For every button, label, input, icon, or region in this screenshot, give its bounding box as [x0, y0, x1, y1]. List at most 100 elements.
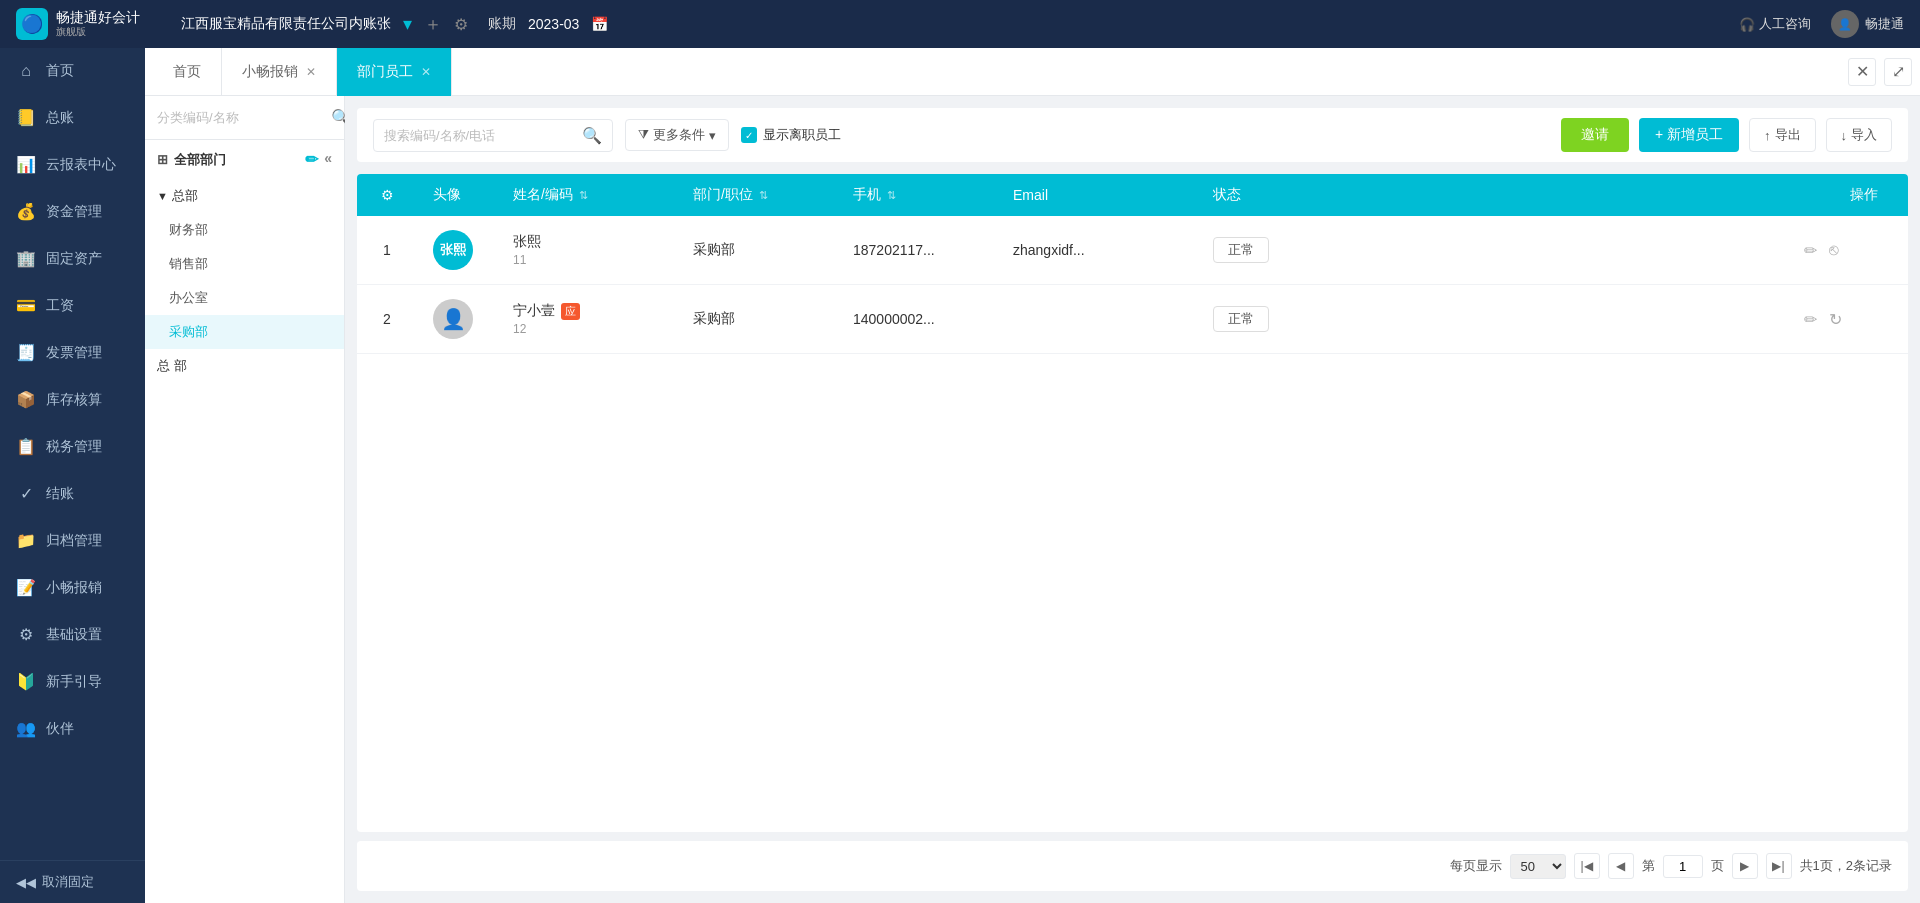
dept-label-finance: 财务部: [169, 221, 208, 239]
sidebar-item-fixed-assets[interactable]: 🏢 固定资产: [0, 235, 145, 282]
dept-item-finance[interactable]: 财务部: [145, 213, 344, 247]
sidebar-item-reports[interactable]: 📊 云报表中心: [0, 141, 145, 188]
edit-dept-icon[interactable]: ✏: [305, 150, 318, 169]
sidebar-item-invoice[interactable]: 🧾 发票管理: [0, 329, 145, 376]
row2-edit-icon[interactable]: ✏: [1804, 310, 1817, 329]
dropdown-icon[interactable]: ▾: [403, 13, 412, 35]
tab-xiaochang[interactable]: 小畅报销 ✕: [222, 48, 337, 96]
row2-index: 2: [357, 285, 417, 354]
sidebar-label-guide: 新手引导: [46, 673, 102, 691]
row1-edit-icon[interactable]: ✏: [1804, 241, 1817, 260]
sidebar-item-close[interactable]: ✓ 结账: [0, 470, 145, 517]
row2-name-cell: 宁小壹 应 12: [497, 285, 677, 354]
search-icon[interactable]: 🔍: [582, 126, 602, 145]
app-title: 畅捷通好会计: [56, 9, 140, 26]
dept-search-input[interactable]: [157, 110, 325, 125]
dept-item-sales[interactable]: 销售部: [145, 247, 344, 281]
sidebar-item-home[interactable]: ⌂ 首页: [0, 48, 145, 94]
sidebar-label-inventory: 库存核算: [46, 391, 102, 409]
th-settings[interactable]: ⚙: [357, 174, 417, 216]
employee-table: ⚙ 头像 姓名/编码 ⇅ 部门/职位 ⇅: [357, 174, 1908, 354]
page-prev-btn[interactable]: ◀: [1608, 853, 1634, 879]
sidebar-item-archive[interactable]: 📁 归档管理: [0, 517, 145, 564]
tab-home[interactable]: 首页: [153, 48, 222, 96]
sidebar-item-expense[interactable]: 📝 小畅报销: [0, 564, 145, 611]
filter-button[interactable]: ⧩ 更多条件 ▾: [625, 119, 729, 151]
close-accounts-icon: ✓: [16, 484, 36, 503]
sidebar-label-expense: 小畅报销: [46, 579, 102, 597]
employee-search-input[interactable]: [384, 128, 576, 143]
logo-icon: 🔵: [16, 8, 48, 40]
th-actions: 操作: [1788, 174, 1908, 216]
settings-icon[interactable]: ⚙: [454, 15, 468, 34]
import-label: 导入: [1851, 126, 1877, 144]
funds-icon: 💰: [16, 202, 36, 221]
page-first-btn[interactable]: |◀: [1574, 853, 1600, 879]
service-btn[interactable]: 🎧 人工咨询: [1739, 15, 1811, 33]
employee-area: 🔍 ⧩ 更多条件 ▾ ✓ 显示离职员工 邀请: [345, 96, 1920, 903]
page-next-btn[interactable]: ▶: [1732, 853, 1758, 879]
row2-refresh-icon[interactable]: ↻: [1829, 310, 1842, 329]
row1-dept: 采购部: [677, 216, 837, 285]
sidebar-label-payroll: 工资: [46, 297, 74, 315]
dept-item-general[interactable]: 总 部: [145, 349, 344, 383]
sidebar-label-close: 结账: [46, 485, 74, 503]
dept-sort-icon: ⇅: [759, 189, 768, 201]
tab-dept-employee[interactable]: 部门员工 ✕: [337, 48, 452, 96]
th-phone[interactable]: 手机 ⇅: [837, 174, 997, 216]
tab-maximize[interactable]: ⤢: [1884, 58, 1912, 86]
import-button[interactable]: ↓ 导入: [1826, 118, 1893, 152]
dept-item-office[interactable]: 办公室: [145, 281, 344, 315]
add-employee-button[interactable]: + 新增员工: [1639, 118, 1739, 152]
row2-dept: 采购部: [677, 285, 837, 354]
sidebar-item-ledger[interactable]: 📒 总账: [0, 94, 145, 141]
avatar-icon: 👤: [1838, 18, 1852, 31]
all-dept-label[interactable]: 全部部门: [174, 151, 226, 169]
headset-icon: 🎧: [1739, 17, 1755, 32]
row2-avatar: 👤: [433, 299, 473, 339]
sidebar-item-inventory[interactable]: 📦 库存核算: [0, 376, 145, 423]
collapse-dept-icon[interactable]: «: [324, 150, 332, 169]
sidebar-item-guide[interactable]: 🔰 新手引导: [0, 658, 145, 705]
sidebar-item-funds[interactable]: 💰 资金管理: [0, 188, 145, 235]
per-page-select[interactable]: 50 100: [1510, 854, 1566, 879]
page-unit: 页: [1711, 857, 1724, 875]
tab-xiaochang-close[interactable]: ✕: [306, 65, 316, 79]
dept-item-purchase[interactable]: 采购部: [145, 315, 344, 349]
user-area[interactable]: 👤 畅捷通: [1831, 10, 1904, 38]
main-layout: ⌂ 首页 📒 总账 📊 云报表中心 💰 资金管理 🏢 固定资产 💳 工资 🧾 发…: [0, 48, 1920, 903]
invite-button[interactable]: 邀请: [1561, 118, 1629, 152]
resigned-checkbox[interactable]: ✓: [741, 127, 757, 143]
page-last-btn[interactable]: ▶|: [1766, 853, 1792, 879]
logo-area: 🔵 畅捷通好会计 旗舰版: [16, 8, 161, 40]
sidebar-item-settings[interactable]: ⚙ 基础设置: [0, 611, 145, 658]
add-icon[interactable]: ＋: [424, 12, 442, 36]
sidebar-item-tax[interactable]: 📋 税务管理: [0, 423, 145, 470]
th-dept[interactable]: 部门/职位 ⇅: [677, 174, 837, 216]
dept-label-headquarters-parent[interactable]: 总部: [172, 187, 198, 205]
cancel-pin-label: 取消固定: [42, 873, 94, 891]
tab-close-window[interactable]: ✕: [1848, 58, 1876, 86]
pagination-bar: 每页显示 50 100 |◀ ◀ 第 页 ▶ ▶| 共1页，2条记录: [357, 840, 1908, 891]
row1-logout-icon[interactable]: ⎋: [1829, 241, 1839, 259]
th-dept-label: 部门/职位: [693, 186, 753, 202]
sidebar-item-partner[interactable]: 👥 伙伴: [0, 705, 145, 752]
show-resigned-toggle[interactable]: ✓ 显示离职员工: [741, 126, 841, 144]
cancel-pin-btn[interactable]: ◀◀ 取消固定: [0, 860, 145, 903]
partner-icon: 👥: [16, 719, 36, 738]
dept-header-icons: ✏ «: [305, 150, 332, 169]
tab-actions: ✕ ⤢: [1848, 58, 1912, 86]
calendar-icon[interactable]: 📅: [591, 16, 608, 32]
th-email: Email: [997, 174, 1197, 216]
export-button[interactable]: ↑ 导出: [1749, 118, 1816, 152]
sidebar-item-payroll[interactable]: 💳 工资: [0, 282, 145, 329]
row2-name: 宁小壹: [513, 302, 555, 320]
employee-search-box[interactable]: 🔍: [373, 119, 613, 152]
pin-icon: ◀◀: [16, 875, 36, 890]
page-no-label: 第: [1642, 857, 1655, 875]
th-name[interactable]: 姓名/编码 ⇅: [497, 174, 677, 216]
tab-dept-employee-close[interactable]: ✕: [421, 65, 431, 79]
filter-chevron-icon: ▾: [709, 128, 716, 143]
table-row: 2 👤 宁小壹: [357, 285, 1908, 354]
page-input[interactable]: [1663, 855, 1703, 878]
